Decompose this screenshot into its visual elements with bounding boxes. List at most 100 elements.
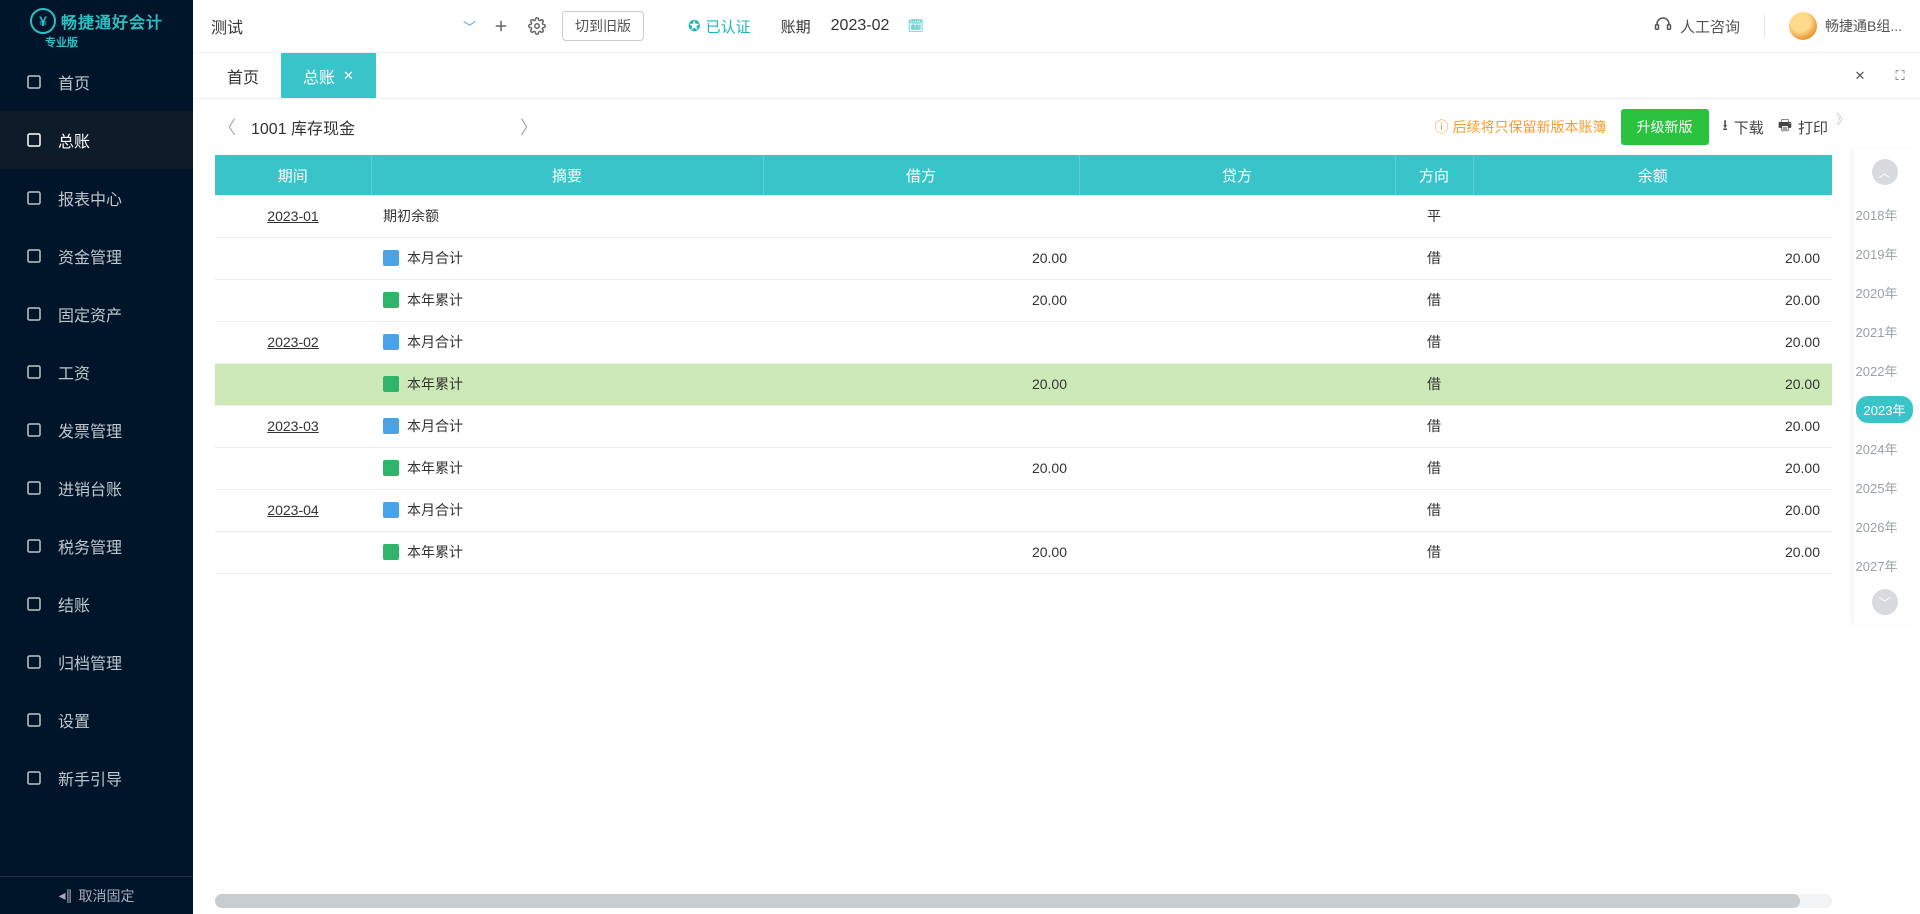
divider: [1764, 15, 1765, 37]
sidebar-item-label: 结账: [58, 592, 90, 616]
calendar-icon[interactable]: 🗓: [907, 18, 924, 34]
sidebar-unpin[interactable]: ◂∥ 取消固定: [0, 876, 193, 914]
cell-summary: 本月合计: [371, 321, 763, 363]
cell-dir: 借: [1395, 405, 1473, 447]
close-tab-icon[interactable]: ✕: [1848, 64, 1872, 88]
sidebar-footer-label: 取消固定: [79, 886, 135, 906]
th-debit: 借方: [763, 155, 1079, 195]
cell-period: [215, 279, 371, 321]
brand-name: 畅捷通好会计: [61, 9, 163, 33]
cell-period: [215, 363, 371, 405]
cell-debit: 20.00: [763, 363, 1079, 405]
period-link[interactable]: 2023-02: [267, 334, 318, 350]
summary-text: 本月合计: [407, 418, 463, 434]
period-link[interactable]: 2023-04: [267, 502, 318, 518]
month-total-icon: [383, 334, 399, 350]
archive-icon: [24, 652, 44, 672]
horizontal-scrollbar[interactable]: [215, 894, 1832, 908]
collapse-year-panel-icon[interactable]: 》: [1836, 109, 1849, 128]
year-item[interactable]: 2020年: [1856, 273, 1914, 312]
page-toolbar: 〈 1001 库存现金 〉 ⓘ 后续将只保留新版本账簿 升级新版 ⭳ 下载 🖶 …: [193, 99, 1852, 155]
period-value[interactable]: 2023-02: [831, 17, 890, 35]
table-row: 2023-02本月合计借20.00: [215, 321, 1832, 363]
unpin-icon: ◂∥: [58, 887, 72, 904]
main-area: 测试 ﹀ 切到旧版 ✪ 已认证 账期 2023-02 🗓 人工咨询 畅捷通B组.…: [193, 0, 1920, 914]
cell-balance: 20.00: [1473, 321, 1832, 363]
upgrade-button[interactable]: 升级新版: [1621, 109, 1709, 145]
switch-old-button[interactable]: 切到旧版: [562, 11, 644, 41]
company-selector[interactable]: 测试 ﹀: [211, 14, 476, 38]
tab-label: 总账: [303, 64, 335, 88]
summary-text: 本年累计: [407, 460, 463, 476]
year-total-icon: [383, 460, 399, 476]
next-account-arrow[interactable]: 〉: [519, 114, 539, 140]
sidebar-item-6[interactable]: 发票管理: [0, 401, 193, 459]
table-row: 本年累计20.00借20.00: [215, 447, 1832, 489]
cell-debit: [763, 489, 1079, 531]
tab-1[interactable]: 总账 ✕: [281, 53, 376, 98]
cell-summary: 本月合计: [371, 489, 763, 531]
sidebar-item-label: 首页: [58, 70, 90, 94]
year-item[interactable]: 2018年: [1856, 195, 1914, 234]
fullscreen-icon[interactable]: ⛶: [1888, 64, 1912, 88]
year-item[interactable]: 2027年: [1856, 546, 1914, 585]
year-item[interactable]: 2023年: [1856, 396, 1914, 423]
sidebar-item-3[interactable]: 资金管理: [0, 227, 193, 285]
sidebar-item-2[interactable]: 报表中心: [0, 169, 193, 227]
sidebar-item-label: 固定资产: [58, 302, 122, 326]
cell-period: [215, 237, 371, 279]
download-button[interactable]: ⭳ 下载: [1723, 115, 1764, 140]
print-button[interactable]: 🖶 打印: [1778, 115, 1828, 140]
year-scroll-up[interactable]: ︿: [1872, 159, 1898, 185]
prev-account-arrow[interactable]: 〈: [217, 114, 237, 140]
cell-period: 2023-03: [215, 405, 371, 447]
year-scroll-down[interactable]: ﹀: [1872, 589, 1898, 615]
sidebar-item-0[interactable]: 首页: [0, 53, 193, 111]
sidebar-item-12[interactable]: 新手引导: [0, 749, 193, 807]
tab-label: 首页: [227, 64, 259, 88]
table-row: 本年累计20.00借20.00: [215, 363, 1832, 405]
year-item[interactable]: 2026年: [1856, 507, 1914, 546]
consult-label: 人工咨询: [1680, 16, 1740, 37]
user-menu[interactable]: 畅捷通B组...: [1789, 12, 1902, 40]
cell-dir: 借: [1395, 363, 1473, 405]
add-icon[interactable]: [490, 15, 512, 37]
summary-text: 本月合计: [407, 250, 463, 266]
sidebar-item-label: 工资: [58, 360, 90, 384]
cell-credit: [1079, 489, 1395, 531]
brand-edition: 专业版: [45, 34, 78, 50]
year-item[interactable]: 2024年: [1856, 429, 1914, 468]
tab-0[interactable]: 首页: [205, 53, 281, 98]
sidebar: ¥ 畅捷通好会计 专业版 首页总账报表中心资金管理固定资产工资发票管理进销台账税…: [0, 0, 193, 914]
sidebar-item-7[interactable]: 进销台账: [0, 459, 193, 517]
cell-dir: 借: [1395, 279, 1473, 321]
sidebar-item-10[interactable]: 归档管理: [0, 633, 193, 691]
sidebar-item-5[interactable]: 工资: [0, 343, 193, 401]
cell-debit: 20.00: [763, 279, 1079, 321]
tab-close-icon[interactable]: ✕: [343, 68, 354, 84]
sidebar-item-label: 设置: [58, 708, 90, 732]
cell-debit: 20.00: [763, 237, 1079, 279]
sidebar-item-1[interactable]: 总账: [0, 111, 193, 169]
page: 〈 1001 库存现金 〉 ⓘ 后续将只保留新版本账簿 升级新版 ⭳ 下载 🖶 …: [193, 99, 1920, 914]
sidebar-item-4[interactable]: 固定资产: [0, 285, 193, 343]
year-item[interactable]: 2022年: [1856, 351, 1914, 390]
year-item[interactable]: 2021年: [1856, 312, 1914, 351]
year-item[interactable]: 2025年: [1856, 468, 1914, 507]
cell-period: 2023-04: [215, 489, 371, 531]
chevron-down-icon: ﹀: [463, 17, 476, 36]
fund-icon: [24, 246, 44, 266]
sidebar-item-8[interactable]: 税务管理: [0, 517, 193, 575]
period-label: 账期: [781, 16, 811, 37]
period-link[interactable]: 2023-03: [267, 418, 318, 434]
period-link[interactable]: 2023-01: [267, 208, 318, 224]
year-item[interactable]: 2019年: [1856, 234, 1914, 273]
sidebar-item-11[interactable]: 设置: [0, 691, 193, 749]
sidebar-item-9[interactable]: 结账: [0, 575, 193, 633]
th-credit: 贷方: [1079, 155, 1395, 195]
month-total-icon: [383, 418, 399, 434]
year-total-icon: [383, 376, 399, 392]
cell-balance: 20.00: [1473, 489, 1832, 531]
gear-icon[interactable]: [526, 15, 548, 37]
consult-link[interactable]: 人工咨询: [1654, 15, 1740, 37]
